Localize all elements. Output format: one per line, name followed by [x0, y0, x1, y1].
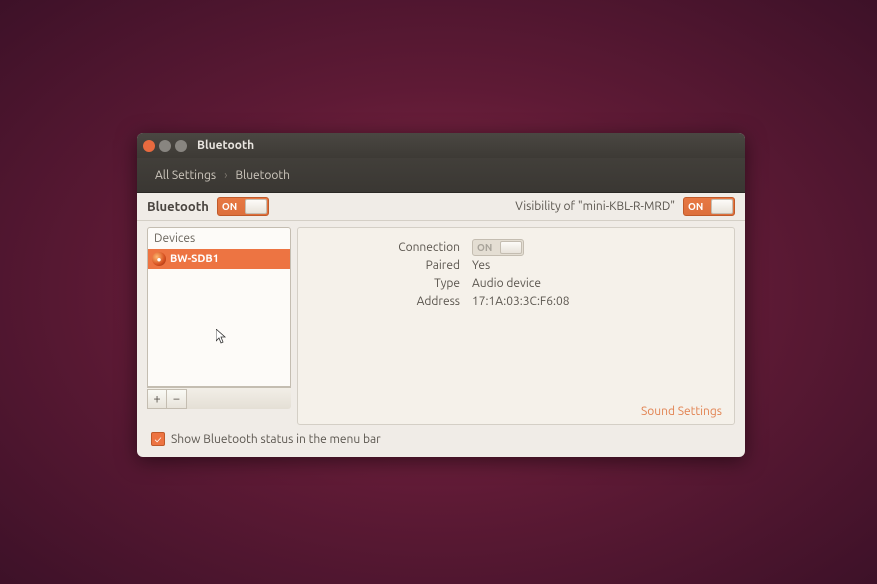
breadcrumb: All Settings › Bluetooth: [137, 158, 745, 193]
toggle-handle: [245, 199, 267, 214]
devices-toolbar: + −: [147, 387, 291, 409]
devices-header: Devices: [148, 228, 290, 249]
close-icon[interactable]: [143, 140, 155, 152]
toggle-on-label: ON: [222, 201, 237, 212]
minimize-icon[interactable]: [159, 140, 171, 152]
detail-label: Address: [310, 295, 460, 308]
detail-row-paired: Paired Yes: [310, 256, 722, 274]
device-name-label: BW-SDB1: [170, 253, 219, 265]
window-title: Bluetooth: [197, 139, 254, 152]
devices-column: Devices ● BW-SDB1 + −: [147, 227, 291, 425]
breadcrumb-all-settings[interactable]: All Settings: [149, 167, 222, 184]
toggle-handle: [711, 199, 733, 214]
detail-row-address: Address 17:1A:03:3C:F6:08: [310, 292, 722, 310]
toggle-on-label: ON: [688, 201, 703, 212]
chevron-right-icon: ›: [224, 169, 227, 182]
content-area: Devices ● BW-SDB1 + − Connection: [137, 221, 745, 425]
add-device-button[interactable]: +: [147, 389, 167, 409]
detail-row-type: Type Audio device: [310, 274, 722, 292]
sound-settings-link[interactable]: Sound Settings: [641, 405, 722, 418]
menubar-status-label: Show Bluetooth status in the menu bar: [171, 433, 381, 446]
detail-label: Connection: [310, 241, 460, 254]
detail-value: 17:1A:03:3C:F6:08: [472, 295, 569, 308]
device-item-bw-sdb1[interactable]: ● BW-SDB1: [148, 249, 290, 269]
detail-label: Type: [310, 277, 460, 290]
detail-row-connection: Connection ON: [310, 238, 722, 256]
settings-topbar: Bluetooth ON Visibility of "mini-KBL-R-M…: [137, 193, 745, 221]
breadcrumb-bluetooth[interactable]: Bluetooth: [229, 167, 296, 184]
device-icon: ●: [152, 252, 166, 266]
devices-panel: Devices ● BW-SDB1: [147, 227, 291, 387]
detail-value: Yes: [472, 259, 490, 272]
toggle-handle: [500, 241, 522, 254]
footer: ✓ Show Bluetooth status in the menu bar: [137, 425, 745, 453]
cursor-icon: [216, 329, 228, 345]
visibility-toggle[interactable]: ON: [683, 197, 735, 216]
device-detail-panel: Connection ON Paired Yes Type Audio devi…: [297, 227, 735, 425]
remove-device-button[interactable]: −: [167, 389, 187, 409]
maximize-icon[interactable]: [175, 140, 187, 152]
devices-empty-area[interactable]: [148, 269, 290, 386]
detail-value: Audio device: [472, 277, 541, 290]
bluetooth-toggle[interactable]: ON: [217, 197, 269, 216]
titlebar[interactable]: Bluetooth: [137, 133, 745, 158]
menubar-status-checkbox[interactable]: ✓: [151, 432, 165, 446]
bluetooth-label: Bluetooth: [147, 200, 209, 214]
connection-toggle[interactable]: ON: [472, 239, 524, 256]
detail-label: Paired: [310, 259, 460, 272]
visibility-label: Visibility of "mini-KBL-R-MRD": [515, 200, 675, 213]
bluetooth-settings-window: Bluetooth All Settings › Bluetooth Bluet…: [137, 133, 745, 457]
toggle-on-label: ON: [477, 242, 492, 253]
